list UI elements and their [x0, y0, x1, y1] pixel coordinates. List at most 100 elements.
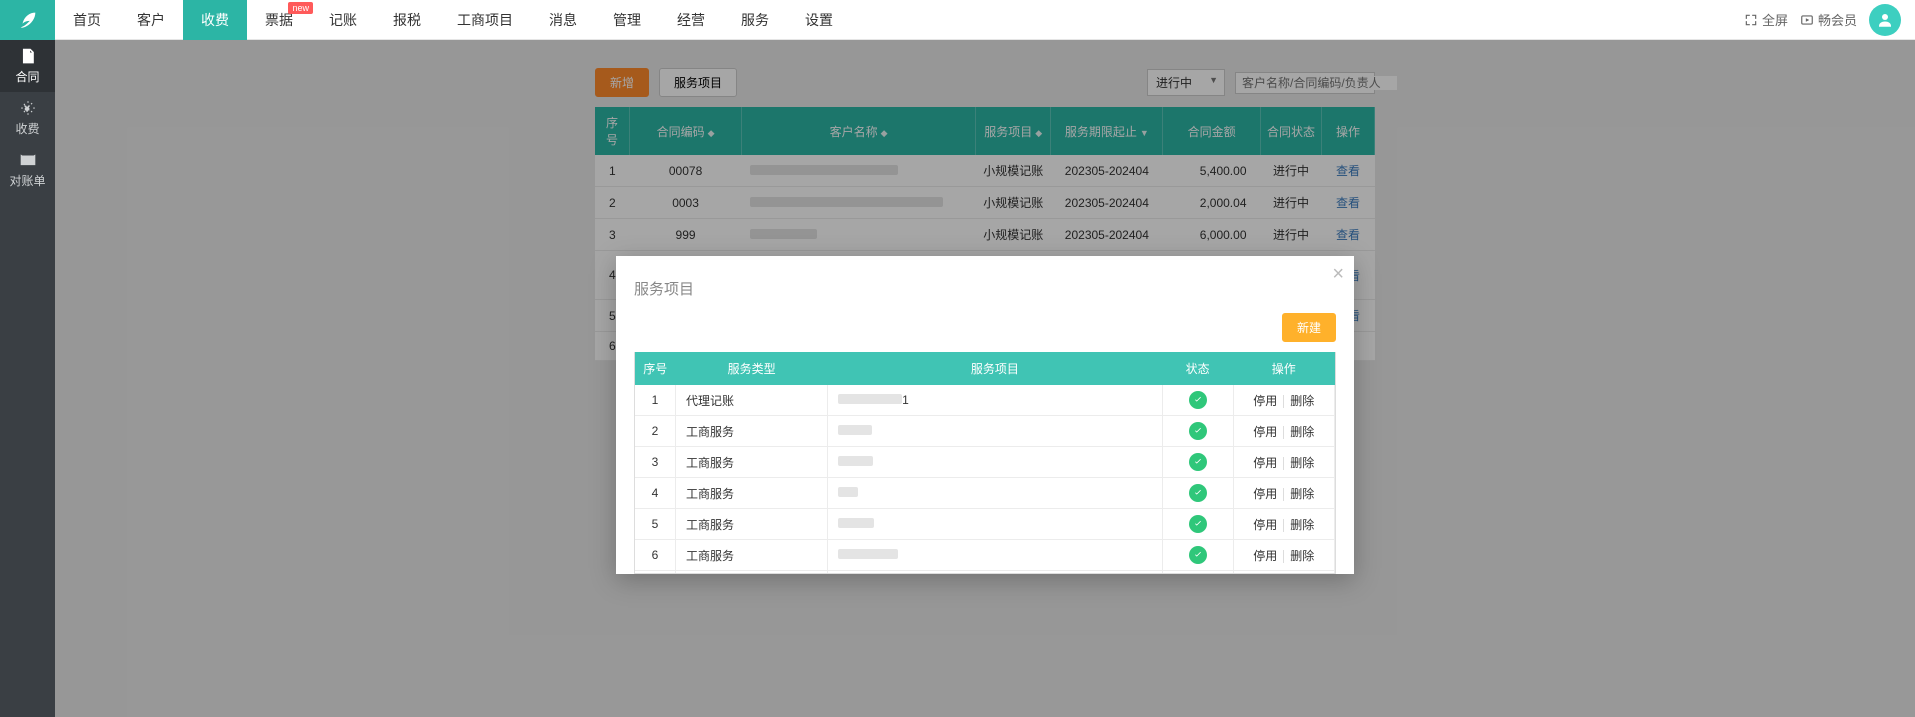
m-cell-index: 3: [635, 447, 676, 478]
brand-logo[interactable]: [0, 0, 55, 40]
m-cell-ops: 停用删除: [1233, 509, 1334, 540]
m-cell-name: [828, 540, 1163, 571]
disable-link[interactable]: 停用: [1249, 518, 1281, 532]
list-item: 5工商服务 停用删除: [635, 509, 1335, 540]
m-cell-type: 工商服务: [676, 540, 828, 571]
list-item: 4工商服务 停用删除: [635, 478, 1335, 509]
m-cell-status: [1162, 478, 1233, 509]
nav-item-报税[interactable]: 报税: [375, 0, 439, 40]
fullscreen-label: 全屏: [1762, 10, 1788, 29]
m-cell-index: 4: [635, 478, 676, 509]
nav-item-服务[interactable]: 服务: [723, 0, 787, 40]
nav-item-管理[interactable]: 管理: [595, 0, 659, 40]
nav-item-收费[interactable]: 收费: [183, 0, 247, 40]
modal-col-header: 服务类型: [676, 352, 828, 385]
m-cell-status: [1162, 571, 1233, 575]
m-cell-index: 1: [635, 385, 676, 416]
list-item: 6工商服务 停用删除: [635, 540, 1335, 571]
status-active-icon: [1189, 453, 1207, 471]
close-icon[interactable]: ×: [1332, 264, 1344, 284]
m-cell-type: 工商服务: [676, 478, 828, 509]
disable-link[interactable]: 停用: [1249, 425, 1281, 439]
m-cell-type: 工商服务: [676, 416, 828, 447]
nav-item-记账[interactable]: 记账: [311, 0, 375, 40]
modal-col-header: 服务项目: [828, 352, 1163, 385]
feather-icon: [17, 9, 39, 31]
m-cell-name: [828, 509, 1163, 540]
nav-item-设置[interactable]: 设置: [787, 0, 851, 40]
fullscreen-icon: [1744, 13, 1758, 27]
status-active-icon: [1189, 422, 1207, 440]
nav-item-票据[interactable]: 票据new: [247, 0, 311, 40]
service-items-modal: × 服务项目 新建 序号服务类型服务项目状态操作 1代理记账1停用删除2工商服务…: [616, 256, 1354, 574]
sidebar-icon: [19, 47, 37, 65]
delete-link[interactable]: 删除: [1286, 456, 1318, 470]
nav-item-首页[interactable]: 首页: [55, 0, 119, 40]
m-cell-index: 7: [635, 571, 676, 575]
m-cell-index: 6: [635, 540, 676, 571]
nav-item-经营[interactable]: 经营: [659, 0, 723, 40]
sidebar-icon: [19, 151, 37, 169]
m-cell-name: [828, 571, 1163, 575]
m-cell-status: [1162, 385, 1233, 416]
m-cell-ops: 停用删除: [1233, 478, 1334, 509]
modal-table-scroll[interactable]: 序号服务类型服务项目状态操作 1代理记账1停用删除2工商服务停用删除3工商服务停…: [634, 352, 1336, 574]
disable-link[interactable]: 停用: [1249, 456, 1281, 470]
main-area: 新增 服务项目 进行中 序号合同编码◆客户名称◆服务项目◆服务期限起止▼合同金额…: [55, 40, 1915, 717]
m-cell-status: [1162, 416, 1233, 447]
status-active-icon: [1189, 546, 1207, 564]
disable-link[interactable]: 停用: [1249, 549, 1281, 563]
modal-title: 服务项目: [616, 256, 1354, 299]
sidebar-icon: ¥: [19, 99, 37, 117]
m-cell-ops: 停用删除: [1233, 447, 1334, 478]
modal-col-header: 操作: [1233, 352, 1334, 385]
status-active-icon: [1189, 391, 1207, 409]
svg-text:¥: ¥: [25, 104, 30, 113]
m-cell-type: 工商服务: [676, 447, 828, 478]
nav-item-消息[interactable]: 消息: [531, 0, 595, 40]
play-box-icon: [1800, 13, 1814, 27]
sidebar-item-收费[interactable]: ¥ 收费: [0, 92, 55, 144]
m-cell-type: 代理记账: [676, 385, 828, 416]
nav-item-工商项目[interactable]: 工商项目: [439, 0, 531, 40]
delete-link[interactable]: 删除: [1286, 518, 1318, 532]
modal-col-header: 状态: [1162, 352, 1233, 385]
fullscreen-button[interactable]: 全屏: [1744, 10, 1788, 29]
sidebar-item-合同[interactable]: 合同: [0, 40, 55, 92]
m-cell-ops: 停用删除: [1233, 571, 1334, 575]
list-item: 2工商服务 停用删除: [635, 416, 1335, 447]
disable-link[interactable]: 停用: [1249, 487, 1281, 501]
nav-item-客户[interactable]: 客户: [119, 0, 183, 40]
list-item: 3工商服务 停用删除: [635, 447, 1335, 478]
m-cell-status: [1162, 509, 1233, 540]
m-cell-status: [1162, 540, 1233, 571]
status-active-icon: [1189, 515, 1207, 533]
delete-link[interactable]: 删除: [1286, 487, 1318, 501]
new-button[interactable]: 新建: [1282, 313, 1336, 342]
sidebar-label: 合同: [15, 68, 39, 85]
status-active-icon: [1189, 484, 1207, 502]
m-cell-name: [828, 478, 1163, 509]
delete-link[interactable]: 删除: [1286, 549, 1318, 563]
m-cell-ops: 停用删除: [1233, 416, 1334, 447]
m-cell-type: 工商服务: [676, 571, 828, 575]
modal-col-header: 序号: [635, 352, 676, 385]
list-item: 1代理记账1 停用删除: [635, 385, 1335, 416]
m-cell-index: 2: [635, 416, 676, 447]
sidebar-label: 收费: [15, 120, 39, 137]
disable-link[interactable]: 停用: [1249, 394, 1281, 408]
member-button[interactable]: 畅会员: [1800, 10, 1857, 29]
sidebar-item-对账单[interactable]: 对账单: [0, 144, 55, 196]
m-cell-index: 5: [635, 509, 676, 540]
service-items-table: 序号服务类型服务项目状态操作 1代理记账1停用删除2工商服务停用删除3工商服务停…: [635, 352, 1335, 574]
delete-link[interactable]: 删除: [1286, 425, 1318, 439]
avatar[interactable]: [1869, 4, 1901, 36]
m-cell-name: [828, 416, 1163, 447]
delete-link[interactable]: 删除: [1286, 394, 1318, 408]
m-cell-type: 工商服务: [676, 509, 828, 540]
m-cell-ops: 停用删除: [1233, 540, 1334, 571]
member-label: 畅会员: [1818, 10, 1857, 29]
sidebar-label: 对账单: [9, 172, 45, 189]
m-cell-ops: 停用删除: [1233, 385, 1334, 416]
m-cell-name: 1: [828, 385, 1163, 416]
